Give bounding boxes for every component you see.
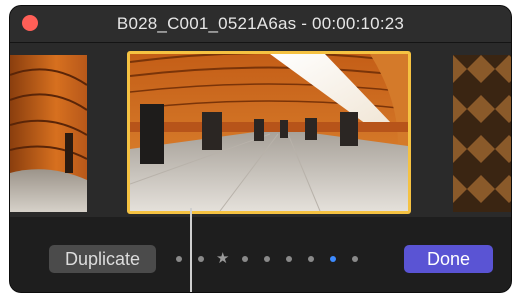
next-frame-thumbnail[interactable] [453,55,511,212]
page-dot[interactable] [264,256,270,262]
star-icon[interactable]: ★ [216,249,229,267]
selected-frame-thumbnail[interactable] [127,51,411,214]
page-dot[interactable] [198,256,204,262]
page-dot[interactable] [352,256,358,262]
previous-frame-thumbnail[interactable] [10,55,87,212]
window-title: B028_C001_0521A6as - 00:00:10:23 [116,14,405,33]
page-dot[interactable] [286,256,292,262]
page-dot-active[interactable] [330,256,336,262]
page-dot[interactable] [176,256,182,262]
page-dot[interactable] [308,256,314,262]
playhead[interactable] [190,208,192,292]
filmstrip [10,43,511,217]
done-button[interactable]: Done [404,245,493,273]
keyframe-window: B028_C001_0521A6as - 00:00:10:23 Duplica… [10,6,511,292]
title-bar: B028_C001_0521A6as - 00:00:10:23 [10,6,511,43]
page-dot[interactable] [242,256,248,262]
